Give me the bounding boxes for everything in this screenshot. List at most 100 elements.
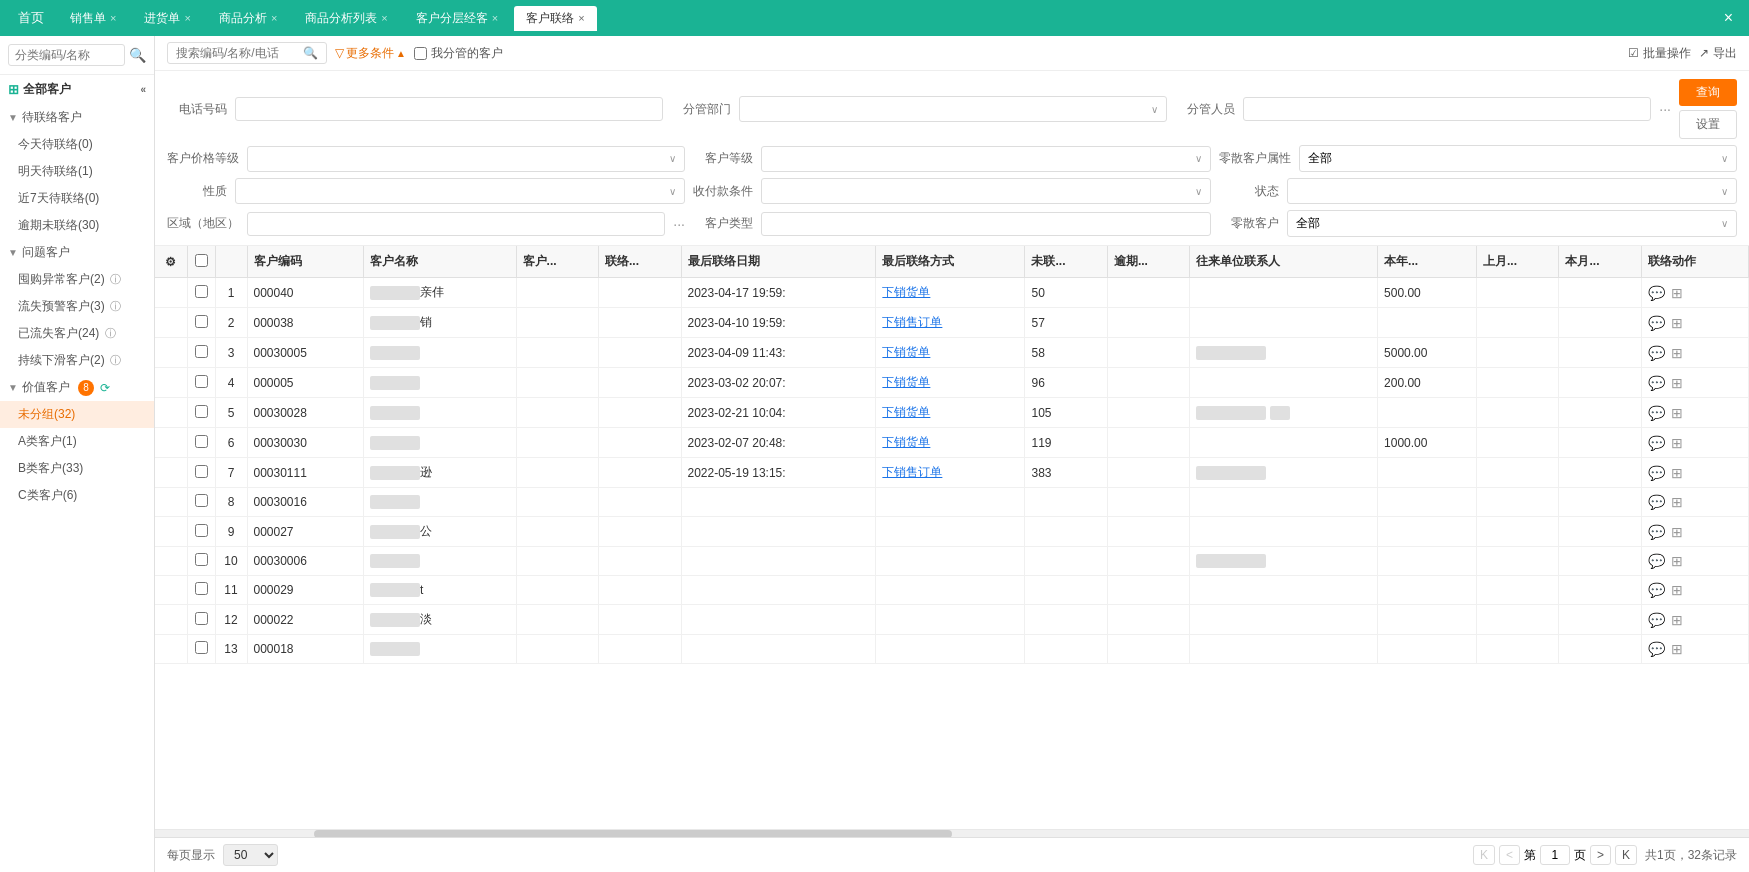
customer-level-select[interactable]: ∨: [761, 146, 1211, 172]
next-page-btn[interactable]: >: [1590, 845, 1611, 865]
more-action-icon[interactable]: ⊞: [1671, 345, 1683, 361]
col-last-date[interactable]: 最后联络日期: [681, 246, 876, 278]
row-checkbox[interactable]: [195, 582, 208, 595]
sidebar-item-churn-warning[interactable]: 流失预警客户(3) ⓘ: [0, 293, 154, 320]
contact-icon[interactable]: 💬: [1648, 465, 1665, 481]
pay-terms-select[interactable]: ∨: [761, 178, 1211, 204]
sidebar-item-lost[interactable]: 已流失客户(24) ⓘ: [0, 320, 154, 347]
row-checkbox[interactable]: [195, 641, 208, 654]
phone-input[interactable]: [235, 97, 663, 121]
prev-page-btn[interactable]: <: [1499, 845, 1520, 865]
retail-customer-select[interactable]: 全部 ∨: [1287, 210, 1737, 237]
col-last-month[interactable]: 上月...: [1477, 246, 1559, 278]
col-type[interactable]: 客户...: [516, 246, 598, 278]
close-icon[interactable]: ×: [271, 12, 277, 24]
close-icon[interactable]: ×: [578, 12, 584, 24]
horizontal-scrollbar[interactable]: [155, 829, 1749, 837]
my-customers-check[interactable]: [414, 47, 427, 60]
col-settings[interactable]: ⚙: [155, 246, 187, 278]
sidebar-item-class-a[interactable]: A类客户(1): [0, 428, 154, 455]
retail-attr-select[interactable]: 全部 ∨: [1299, 145, 1737, 172]
sidebar-item-class-b[interactable]: B类客户(33): [0, 455, 154, 482]
row-checkbox[interactable]: [195, 285, 208, 298]
contact-method-link[interactable]: 下销货单: [882, 345, 930, 359]
more-action-icon[interactable]: ⊞: [1671, 375, 1683, 391]
contact-method-link[interactable]: 下销货单: [882, 285, 930, 299]
nav-tab-customer-contact[interactable]: 客户联络 ×: [514, 6, 596, 31]
col-last-method[interactable]: 最后联络方式: [876, 246, 1025, 278]
nav-tab-sales[interactable]: 销售单 ×: [58, 6, 128, 31]
contact-icon[interactable]: 💬: [1648, 641, 1665, 657]
more-icon[interactable]: ···: [1659, 101, 1671, 117]
sidebar-item-hoard-abnormal[interactable]: 囤购异常客户(2) ⓘ: [0, 266, 154, 293]
row-checkbox[interactable]: [195, 494, 208, 507]
more-action-icon[interactable]: ⊞: [1671, 524, 1683, 540]
filter-search-input[interactable]: [176, 46, 299, 60]
nav-tab-analysis-list[interactable]: 商品分析列表 ×: [293, 6, 399, 31]
filter-search-icon[interactable]: 🔍: [303, 46, 318, 60]
close-icon[interactable]: ×: [492, 12, 498, 24]
more-action-icon[interactable]: ⊞: [1671, 285, 1683, 301]
property-select[interactable]: ∨: [235, 178, 685, 204]
sidebar-all-customers[interactable]: ⊞ 全部客户 «: [0, 75, 154, 104]
close-icon[interactable]: ×: [184, 12, 190, 24]
contact-icon[interactable]: 💬: [1648, 524, 1665, 540]
nav-tab-analysis[interactable]: 商品分析 ×: [207, 6, 289, 31]
sidebar-item-ungrouped[interactable]: 未分组(32): [0, 401, 154, 428]
contact-icon[interactable]: 💬: [1648, 345, 1665, 361]
sidebar-item-today[interactable]: 今天待联络(0): [0, 131, 154, 158]
sidebar-problem-group[interactable]: ▼ 问题客户: [0, 239, 154, 266]
refresh-icon[interactable]: ⟳: [100, 381, 110, 395]
sidebar-item-overdue[interactable]: 逾期未联络(30): [0, 212, 154, 239]
sidebar-item-tomorrow[interactable]: 明天待联络(1): [0, 158, 154, 185]
more-action-icon[interactable]: ⊞: [1671, 494, 1683, 510]
query-btn[interactable]: 查询: [1679, 79, 1737, 106]
page-size-select[interactable]: 50 100 200: [223, 844, 278, 866]
row-checkbox[interactable]: [195, 375, 208, 388]
my-customers-checkbox[interactable]: 我分管的客户: [414, 45, 503, 62]
select-all-checkbox[interactable]: [195, 254, 208, 267]
batch-op-btn[interactable]: ☑ 批量操作: [1628, 45, 1691, 62]
more-action-icon[interactable]: ⊞: [1671, 582, 1683, 598]
contact-icon[interactable]: 💬: [1648, 405, 1665, 421]
contact-icon[interactable]: 💬: [1648, 582, 1665, 598]
more-icon[interactable]: ···: [673, 216, 685, 232]
row-checkbox[interactable]: [195, 435, 208, 448]
reset-btn[interactable]: 设置: [1679, 110, 1737, 139]
nav-home[interactable]: 首页: [8, 5, 54, 31]
more-action-icon[interactable]: ⊞: [1671, 405, 1683, 421]
col-this-month[interactable]: 本月...: [1559, 246, 1641, 278]
more-action-icon[interactable]: ⊞: [1671, 641, 1683, 657]
contact-icon[interactable]: 💬: [1648, 553, 1665, 569]
sidebar-item-declining[interactable]: 持续下滑客户(2) ⓘ: [0, 347, 154, 374]
page-input[interactable]: [1540, 845, 1570, 865]
contact-method-link[interactable]: 下销货单: [882, 435, 930, 449]
row-checkbox[interactable]: [195, 465, 208, 478]
last-page-btn[interactable]: K: [1615, 845, 1637, 865]
more-action-icon[interactable]: ⊞: [1671, 553, 1683, 569]
col-overdue[interactable]: 逾期...: [1107, 246, 1189, 278]
row-checkbox[interactable]: [195, 405, 208, 418]
nav-tab-customer-layer[interactable]: 客户分层经客 ×: [404, 6, 510, 31]
close-icon[interactable]: ×: [381, 12, 387, 24]
contact-icon[interactable]: 💬: [1648, 285, 1665, 301]
contact-icon[interactable]: 💬: [1648, 315, 1665, 331]
col-this-year[interactable]: 本年...: [1378, 246, 1477, 278]
contact-icon[interactable]: 💬: [1648, 435, 1665, 451]
more-action-icon[interactable]: ⊞: [1671, 465, 1683, 481]
contact-method-link[interactable]: 下销售订单: [882, 315, 942, 329]
contact-method-link[interactable]: 下销货单: [882, 405, 930, 419]
row-checkbox[interactable]: [195, 612, 208, 625]
more-conditions-btn[interactable]: ▽ 更多条件 ▲: [335, 45, 406, 62]
more-action-icon[interactable]: ⊞: [1671, 315, 1683, 331]
col-inter-unit[interactable]: 往来单位联系人: [1190, 246, 1378, 278]
contact-icon[interactable]: 💬: [1648, 494, 1665, 510]
price-level-select[interactable]: ∨: [247, 146, 685, 172]
first-page-btn[interactable]: K: [1473, 845, 1495, 865]
close-icon[interactable]: ×: [110, 12, 116, 24]
row-checkbox[interactable]: [195, 345, 208, 358]
sidebar-pending-group[interactable]: ▼ 待联络客户: [0, 104, 154, 131]
row-checkbox[interactable]: [195, 524, 208, 537]
status-select[interactable]: ∨: [1287, 178, 1737, 204]
col-no-contact[interactable]: 未联...: [1025, 246, 1107, 278]
